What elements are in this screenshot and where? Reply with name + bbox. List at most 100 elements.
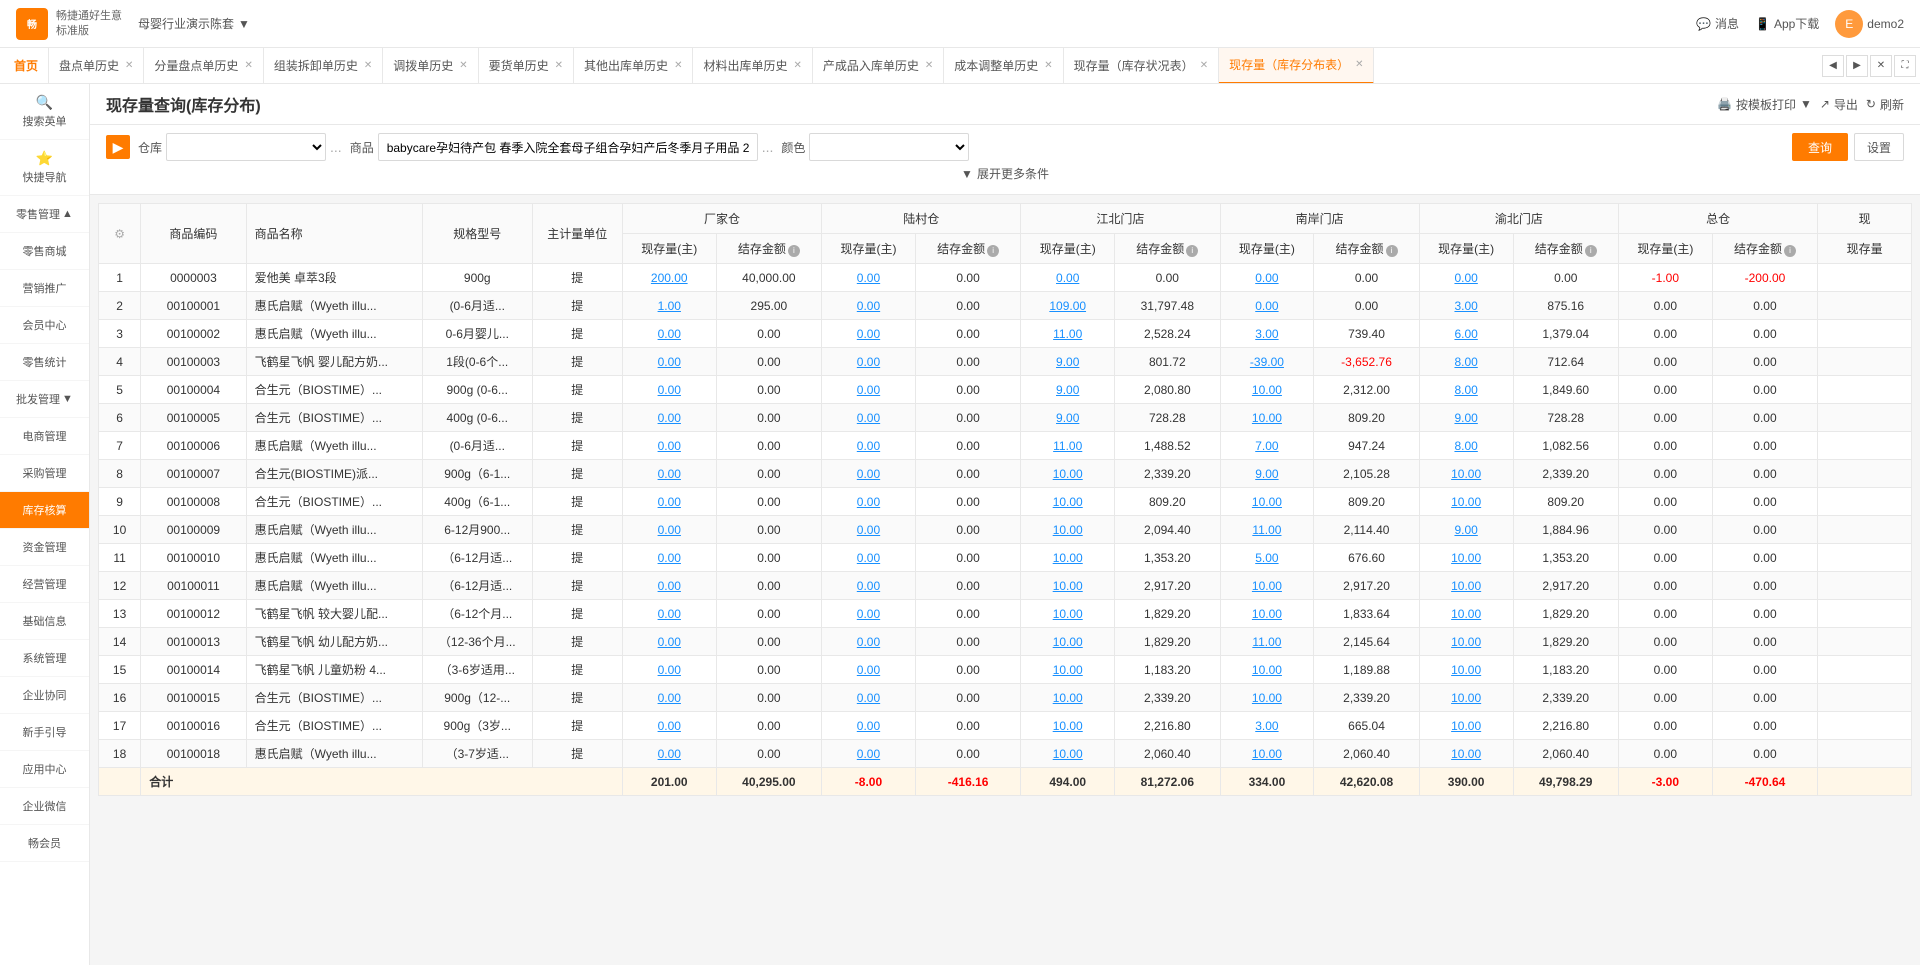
tab-home[interactable]: 首页 bbox=[4, 48, 49, 84]
tab-close-icon[interactable]: ✕ bbox=[925, 60, 933, 71]
tab-stock-status[interactable]: 现存量（库存状况表） ✕ bbox=[1064, 48, 1219, 84]
tab-close-icon[interactable]: ✕ bbox=[459, 60, 467, 71]
info-icon[interactable]: i bbox=[1186, 245, 1198, 257]
col-unit-header: 主计量单位 bbox=[532, 204, 622, 264]
col-settings: ⚙ bbox=[99, 204, 141, 264]
tab-close-icon[interactable]: ✕ bbox=[125, 60, 133, 71]
tab-expand-btn[interactable]: ⛶ bbox=[1894, 55, 1916, 77]
settings-gear-icon[interactable]: ⚙ bbox=[111, 225, 129, 243]
sidebar-item-member[interactable]: 会员中心 bbox=[0, 307, 89, 344]
info-icon[interactable]: i bbox=[788, 245, 800, 257]
tab-next-btn[interactable]: ▶ bbox=[1846, 55, 1868, 77]
sidebar-item-changyuan[interactable]: 畅会员 bbox=[0, 825, 89, 862]
user-menu[interactable]: E demo2 bbox=[1835, 10, 1904, 38]
sidebar-item-collab[interactable]: 企业协同 bbox=[0, 677, 89, 714]
tab-cost-adjust[interactable]: 成本调整单历史 ✕ bbox=[944, 48, 1063, 84]
tab-prev-btn[interactable]: ◀ bbox=[1822, 55, 1844, 77]
tab-close-icon[interactable]: ✕ bbox=[1355, 59, 1363, 70]
filter-toggle-btn[interactable]: ▶ bbox=[106, 135, 130, 159]
tab-material-out[interactable]: 材料出库单历史 ✕ bbox=[693, 48, 812, 84]
row-jb-qty: 10.00 bbox=[1021, 712, 1115, 740]
tab-other-out[interactable]: 其他出库单历史 ✕ bbox=[574, 48, 693, 84]
col-code-header: 商品编码 bbox=[141, 204, 246, 264]
app-download-btn[interactable]: 📱 App下载 bbox=[1755, 15, 1819, 32]
info-icon[interactable]: i bbox=[1784, 245, 1796, 257]
row-spec: （3-6岁适用... bbox=[422, 656, 532, 684]
table-container[interactable]: ⚙ 商品编码 商品名称 规格型号 主计量单位 厂家仓 陆村仓 江北门店 南岸门店… bbox=[90, 195, 1920, 965]
tab-assembly[interactable]: 组装拆卸单历史 ✕ bbox=[264, 48, 383, 84]
tab-close-icon[interactable]: ✕ bbox=[244, 60, 252, 71]
tab-close-all-btn[interactable]: ✕ bbox=[1870, 55, 1892, 77]
goods-input[interactable] bbox=[378, 133, 758, 161]
tab-close-icon[interactable]: ✕ bbox=[1200, 60, 1208, 71]
row-jb-amt: 2,080.80 bbox=[1115, 376, 1220, 404]
row-total-amt: 0.00 bbox=[1712, 656, 1817, 684]
sidebar-item-search[interactable]: 🔍 搜索英单 bbox=[0, 84, 89, 140]
refresh-btn[interactable]: ↻ 刷新 bbox=[1866, 96, 1904, 113]
sidebar-item-purchase[interactable]: 采购管理 bbox=[0, 455, 89, 492]
sidebar-item-finance[interactable]: 资金管理 bbox=[0, 529, 89, 566]
row-lc-qty: 0.00 bbox=[822, 656, 916, 684]
print-btn[interactable]: 🖨️ 按模板打印 ▼ bbox=[1717, 96, 1812, 113]
row-jb-amt: 0.00 bbox=[1115, 264, 1220, 292]
table-row: 15 00100014 飞鹤星飞帆 儿童奶粉 4... （3-6岁适用... 提… bbox=[99, 656, 1912, 684]
sidebar-item-apps[interactable]: 应用中心 bbox=[0, 751, 89, 788]
industry-selector[interactable]: 母婴行业演示陈套 ▼ bbox=[138, 15, 250, 32]
tab-finished-in[interactable]: 产成品入库单历史 ✕ bbox=[813, 48, 944, 84]
tab-close-icon[interactable]: ✕ bbox=[1044, 60, 1052, 71]
sidebar-item-wechat[interactable]: 企业微信 bbox=[0, 788, 89, 825]
row-name: 合生元（BIOSTIME）... bbox=[246, 712, 422, 740]
row-lc-amt: 0.00 bbox=[915, 432, 1020, 460]
tab-close-icon[interactable]: ✕ bbox=[793, 60, 801, 71]
sidebar-item-retail-stats[interactable]: 零售统计 bbox=[0, 344, 89, 381]
row-name: 飞鹤星飞帆 婴儿配方奶... bbox=[246, 348, 422, 376]
row-yb-qty: 9.00 bbox=[1419, 404, 1513, 432]
page-title: 现存量查询(库存分布) bbox=[106, 92, 261, 116]
row-total-qty: 0.00 bbox=[1618, 712, 1712, 740]
tab-close-icon[interactable]: ✕ bbox=[674, 60, 682, 71]
tab-sub-check[interactable]: 分量盘点单历史 ✕ bbox=[144, 48, 263, 84]
sidebar-item-wholesale[interactable]: 批发管理 ▼ bbox=[0, 381, 89, 418]
footer-yb-qty: 390.00 bbox=[1419, 768, 1513, 796]
tab-close-icon[interactable]: ✕ bbox=[364, 60, 372, 71]
row-na-qty: 11.00 bbox=[1220, 516, 1314, 544]
tab-stock-dist[interactable]: 现存量（库存分布表） ✕ bbox=[1219, 48, 1374, 84]
export-btn[interactable]: ↗ 导出 bbox=[1820, 96, 1858, 113]
row-lc-qty: 0.00 bbox=[822, 348, 916, 376]
sidebar-item-retail-shop[interactable]: 零售商城 bbox=[0, 233, 89, 270]
warehouse-ellipsis-btn[interactable]: ... bbox=[330, 139, 342, 155]
tab-request[interactable]: 要货单历史 ✕ bbox=[479, 48, 574, 84]
sidebar-item-marketing[interactable]: 营销推广 bbox=[0, 270, 89, 307]
sidebar-item-retail-mgmt[interactable]: 零售管理 ▲ bbox=[0, 196, 89, 233]
row-num: 16 bbox=[99, 684, 141, 712]
row-jb-qty: 10.00 bbox=[1021, 516, 1115, 544]
sidebar-item-inventory[interactable]: 库存核算 bbox=[0, 492, 89, 529]
color-select[interactable] bbox=[809, 133, 969, 161]
info-icon[interactable]: i bbox=[1386, 245, 1398, 257]
info-icon[interactable]: i bbox=[1585, 245, 1597, 257]
footer-fj-amt: 40,295.00 bbox=[716, 768, 821, 796]
row-yb-qty: 10.00 bbox=[1419, 488, 1513, 516]
expand-more-btn[interactable]: ▼ 展开更多条件 bbox=[106, 161, 1904, 186]
sidebar-item-basics[interactable]: 基础信息 bbox=[0, 603, 89, 640]
row-extra bbox=[1818, 516, 1912, 544]
sidebar-item-guide[interactable]: 新手引导 bbox=[0, 714, 89, 751]
sidebar-item-nav[interactable]: ⭐ 快捷导航 bbox=[0, 140, 89, 196]
sidebar-item-operations[interactable]: 经营管理 bbox=[0, 566, 89, 603]
sidebar-item-ecommerce[interactable]: 电商管理 bbox=[0, 418, 89, 455]
set-button[interactable]: 设置 bbox=[1854, 133, 1904, 161]
row-fj-amt: 0.00 bbox=[716, 572, 821, 600]
message-btn[interactable]: 💬 消息 bbox=[1696, 15, 1739, 32]
tab-transfer[interactable]: 调拨单历史 ✕ bbox=[383, 48, 478, 84]
query-button[interactable]: 查询 bbox=[1792, 133, 1848, 161]
row-spec: 400g（6-1... bbox=[422, 488, 532, 516]
tab-close-icon[interactable]: ✕ bbox=[555, 60, 563, 71]
sidebar-item-system[interactable]: 系统管理 bbox=[0, 640, 89, 677]
row-yb-amt: 1,353.20 bbox=[1513, 544, 1618, 572]
tab-inventory-check[interactable]: 盘点单历史 ✕ bbox=[49, 48, 144, 84]
row-na-amt: 809.20 bbox=[1314, 404, 1419, 432]
row-unit: 提 bbox=[532, 656, 622, 684]
info-icon[interactable]: i bbox=[987, 245, 999, 257]
goods-ellipsis-btn[interactable]: ... bbox=[762, 139, 774, 155]
warehouse-select[interactable] bbox=[166, 133, 326, 161]
